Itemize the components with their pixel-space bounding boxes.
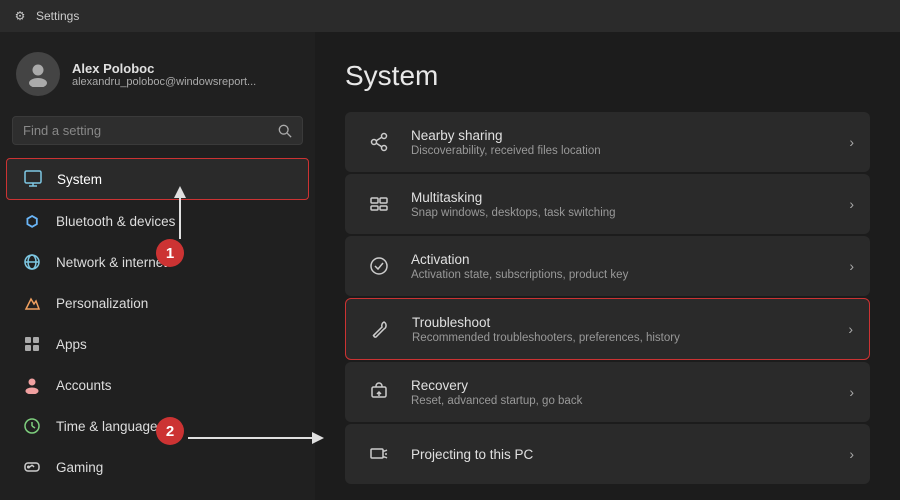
avatar xyxy=(16,52,60,96)
gaming-nav-label: Gaming xyxy=(56,460,103,475)
nearby-sharing-icon xyxy=(361,124,397,160)
network-nav-label: Network & internet xyxy=(56,255,167,270)
accounts-nav-icon xyxy=(22,375,42,395)
troubleshoot-title: Troubleshoot xyxy=(412,315,848,330)
sidebar-item-apps[interactable]: Apps xyxy=(6,324,309,364)
nav-items: System ⬡ Bluetooth & devices Network & i… xyxy=(0,157,315,488)
bluetooth-nav-label: Bluetooth & devices xyxy=(56,214,175,229)
setting-item-recovery[interactable]: Recovery Reset, advanced startup, go back… xyxy=(345,362,870,422)
sidebar: Alex Poloboc alexandru_poloboc@windowsre… xyxy=(0,32,315,500)
svg-text:⬡: ⬡ xyxy=(26,213,38,229)
troubleshoot-text: Troubleshoot Recommended troubleshooters,… xyxy=(412,315,848,344)
sidebar-item-network[interactable]: Network & internet xyxy=(6,242,309,282)
multitasking-chevron-icon: › xyxy=(849,196,854,212)
search-icon xyxy=(278,124,292,138)
setting-item-multitasking[interactable]: Multitasking Snap windows, desktops, task… xyxy=(345,174,870,234)
settings-title-icon: ⚙ xyxy=(12,8,28,24)
troubleshoot-description: Recommended troubleshooters, preferences… xyxy=(412,332,848,344)
nearby-sharing-chevron-icon: › xyxy=(849,134,854,150)
time-nav-icon xyxy=(22,416,42,436)
apps-nav-icon xyxy=(22,334,42,354)
sidebar-item-system[interactable]: System xyxy=(6,158,309,200)
network-nav-icon xyxy=(22,252,42,272)
personalization-nav-label: Personalization xyxy=(56,296,148,311)
title-bar: ⚙ Settings xyxy=(0,0,900,32)
nearby-sharing-title: Nearby sharing xyxy=(411,128,849,143)
user-profile[interactable]: Alex Poloboc alexandru_poloboc@windowsre… xyxy=(0,32,315,112)
setting-item-projecting[interactable]: Projecting to this PC› xyxy=(345,424,870,484)
troubleshoot-chevron-icon: › xyxy=(848,321,853,337)
activation-icon xyxy=(361,248,397,284)
accounts-nav-label: Accounts xyxy=(56,378,112,393)
multitasking-title: Multitasking xyxy=(411,190,849,205)
projecting-chevron-icon: › xyxy=(849,446,854,462)
time-nav-label: Time & language xyxy=(56,419,158,434)
setting-item-troubleshoot[interactable]: Troubleshoot Recommended troubleshooters,… xyxy=(345,298,870,360)
activation-description: Activation state, subscriptions, product… xyxy=(411,269,849,281)
nearby-sharing-text: Nearby sharing Discoverability, received … xyxy=(411,128,849,157)
projecting-title: Projecting to this PC xyxy=(411,447,849,462)
search-input[interactable] xyxy=(23,123,270,138)
content-area: System Nearby sharing Discoverability, re… xyxy=(315,32,900,500)
page-title: System xyxy=(345,60,870,92)
user-email: alexandru_poloboc@windowsreport... xyxy=(72,76,256,88)
sidebar-item-accounts[interactable]: Accounts xyxy=(6,365,309,405)
apps-nav-label: Apps xyxy=(56,337,87,352)
activation-text: Activation Activation state, subscription… xyxy=(411,252,849,281)
gaming-nav-icon xyxy=(22,457,42,477)
multitasking-description: Snap windows, desktops, task switching xyxy=(411,207,849,219)
title-bar-label: Settings xyxy=(36,9,79,23)
settings-list: Nearby sharing Discoverability, received … xyxy=(345,112,870,484)
recovery-description: Reset, advanced startup, go back xyxy=(411,395,849,407)
sidebar-item-bluetooth[interactable]: ⬡ Bluetooth & devices xyxy=(6,201,309,241)
search-bar[interactable] xyxy=(12,116,303,145)
user-name: Alex Poloboc xyxy=(72,61,256,76)
activation-chevron-icon: › xyxy=(849,258,854,274)
troubleshoot-icon xyxy=(362,311,398,347)
user-info: Alex Poloboc alexandru_poloboc@windowsre… xyxy=(72,61,256,88)
setting-item-nearby-sharing[interactable]: Nearby sharing Discoverability, received … xyxy=(345,112,870,172)
setting-item-activation[interactable]: Activation Activation state, subscription… xyxy=(345,236,870,296)
multitasking-icon xyxy=(361,186,397,222)
sidebar-item-personalization[interactable]: Personalization xyxy=(6,283,309,323)
projecting-text: Projecting to this PC xyxy=(411,447,849,462)
system-nav-label: System xyxy=(57,172,102,187)
main-layout: Alex Poloboc alexandru_poloboc@windowsre… xyxy=(0,32,900,500)
projecting-icon xyxy=(361,436,397,472)
recovery-chevron-icon: › xyxy=(849,384,854,400)
recovery-text: Recovery Reset, advanced startup, go back xyxy=(411,378,849,407)
recovery-icon xyxy=(361,374,397,410)
multitasking-text: Multitasking Snap windows, desktops, task… xyxy=(411,190,849,219)
system-nav-icon xyxy=(23,169,43,189)
bluetooth-nav-icon: ⬡ xyxy=(22,211,42,231)
personalization-nav-icon xyxy=(22,293,42,313)
sidebar-item-gaming[interactable]: Gaming xyxy=(6,447,309,487)
activation-title: Activation xyxy=(411,252,849,267)
nearby-sharing-description: Discoverability, received files location xyxy=(411,145,849,157)
sidebar-item-time[interactable]: Time & language xyxy=(6,406,309,446)
recovery-title: Recovery xyxy=(411,378,849,393)
